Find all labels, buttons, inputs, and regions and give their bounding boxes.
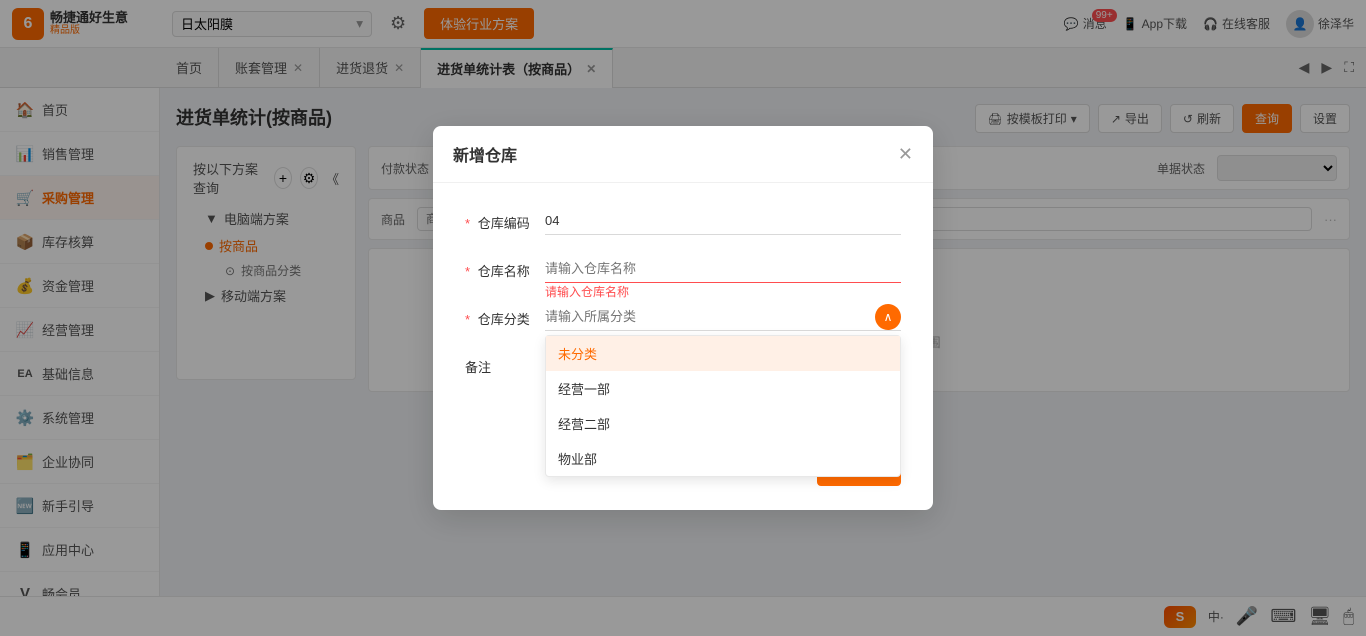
name-form-row: * 仓库名称 请输入仓库名称 bbox=[465, 255, 901, 283]
modal-overlay[interactable]: 新增仓库 ✕ * 仓库编码 * 仓库名称 请输入仓库名称 bbox=[0, 0, 1366, 636]
remark-label: 备注 bbox=[465, 351, 545, 376]
category-select-wrapper: ∧ 未分类 经营一部 经营二部 物业部 bbox=[545, 303, 901, 331]
dropdown-item-dept3[interactable]: 物业部 bbox=[546, 441, 900, 476]
warehouse-code-input[interactable] bbox=[545, 207, 901, 235]
dropdown-item-uncategorized[interactable]: 未分类 bbox=[546, 336, 900, 371]
modal-close-btn[interactable]: ✕ bbox=[898, 144, 913, 165]
code-label: * 仓库编码 bbox=[465, 207, 545, 232]
category-form-row: * 仓库分类 ∧ 未分类 经营一部 经营二部 物业部 bbox=[465, 303, 901, 331]
category-dropdown-toggle[interactable]: ∧ bbox=[875, 304, 901, 330]
modal-body: * 仓库编码 * 仓库名称 请输入仓库名称 * 仓库分类 bbox=[433, 183, 933, 438]
category-label: * 仓库分类 bbox=[465, 303, 545, 328]
category-dropdown: 未分类 经营一部 经营二部 物业部 bbox=[545, 335, 901, 477]
modal-header: 新增仓库 ✕ bbox=[433, 126, 933, 183]
category-required: * bbox=[465, 312, 470, 327]
code-form-row: * 仓库编码 bbox=[465, 207, 901, 235]
name-required: * bbox=[465, 264, 470, 279]
modal-title: 新增仓库 bbox=[453, 142, 517, 166]
dropdown-item-dept1[interactable]: 经营一部 bbox=[546, 371, 900, 406]
name-error-msg: 请输入仓库名称 bbox=[545, 283, 629, 300]
warehouse-name-input[interactable] bbox=[545, 255, 901, 283]
code-required: * bbox=[465, 216, 470, 231]
name-label: * 仓库名称 bbox=[465, 255, 545, 280]
add-warehouse-modal: 新增仓库 ✕ * 仓库编码 * 仓库名称 请输入仓库名称 bbox=[433, 126, 933, 510]
dropdown-item-dept2[interactable]: 经营二部 bbox=[546, 406, 900, 441]
category-input[interactable] bbox=[545, 303, 901, 331]
